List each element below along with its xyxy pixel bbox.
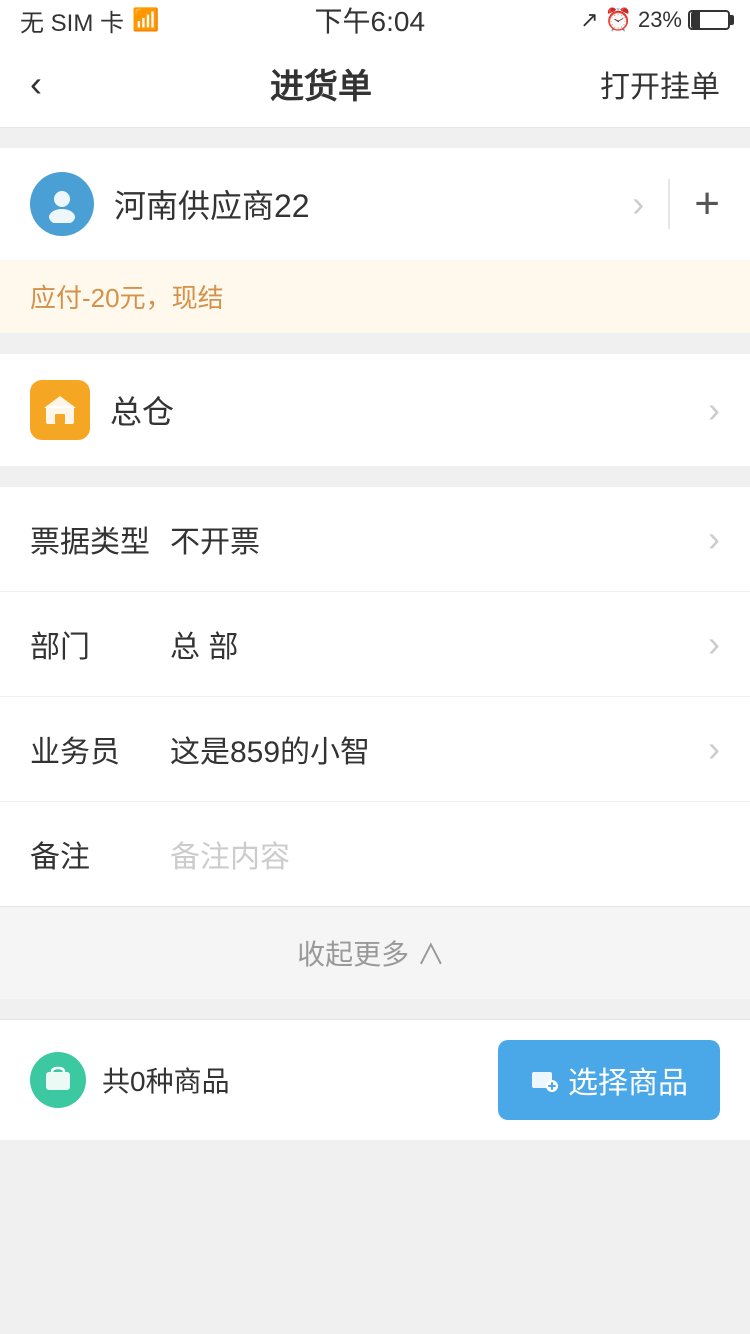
remarks-placeholder: 备注内容 <box>170 832 720 876</box>
warehouse-row[interactable]: 总仓 <box>0 353 750 466</box>
warehouse-icon <box>30 380 90 440</box>
section-divider-1 <box>0 128 750 148</box>
warehouse-name: 总仓 <box>110 387 708 433</box>
invoice-value: 不开票 <box>170 517 708 561</box>
select-btn-label: 选择商品 <box>568 1058 688 1102</box>
open-hang-button[interactable]: 打开挂单 <box>600 62 720 106</box>
avatar <box>30 172 94 236</box>
products-count-label: 共0种商品 <box>102 1060 230 1100</box>
supplier-section: 河南供应商22 + 应付-20元，现结 <box>0 148 750 333</box>
status-right: ↗ ⏰ 23% <box>580 7 730 33</box>
department-value: 总 部 <box>170 622 708 666</box>
invoice-row[interactable]: 票据类型 不开票 <box>0 486 750 591</box>
status-time: 下午6:04 <box>315 0 426 40</box>
back-button[interactable]: ‹ <box>30 63 42 105</box>
products-count-area: 共0种商品 <box>30 1052 230 1108</box>
section-divider-2 <box>0 333 750 353</box>
status-bar: 无 SIM 卡 📶 下午6:04 ↗ ⏰ 23% <box>0 0 750 40</box>
remarks-row[interactable]: 备注 备注内容 <box>0 801 750 906</box>
status-left: 无 SIM 卡 📶 <box>20 3 159 38</box>
page-title: 进货单 <box>270 59 372 108</box>
department-row[interactable]: 部门 总 部 <box>0 591 750 696</box>
section-divider-3 <box>0 466 750 486</box>
warehouse-chevron-icon <box>708 389 720 431</box>
salesperson-value: 这是859的小智 <box>170 727 708 771</box>
battery-icon <box>688 10 730 30</box>
supplier-chevron-icon <box>632 183 644 225</box>
warehouse-section: 总仓 <box>0 353 750 466</box>
remarks-label: 备注 <box>30 832 170 876</box>
notice-text: 应付-20元，现结 <box>30 283 224 313</box>
notice-bar: 应付-20元，现结 <box>0 260 750 333</box>
select-products-button[interactable]: 选择商品 <box>498 1040 720 1120</box>
salesperson-row[interactable]: 业务员 这是859的小智 <box>0 696 750 801</box>
invoice-chevron-icon <box>708 518 720 560</box>
supplier-name: 河南供应商22 <box>114 181 632 227</box>
department-chevron-icon <box>708 623 720 665</box>
bottom-bar: 共0种商品 选择商品 <box>0 1019 750 1140</box>
salesperson-label: 业务员 <box>30 727 170 771</box>
department-label: 部门 <box>30 622 170 666</box>
collapse-row[interactable]: 收起更多 ∧ <box>0 906 750 999</box>
supplier-row[interactable]: 河南供应商22 + <box>0 148 750 260</box>
battery-percent: 23% <box>638 7 682 33</box>
add-button[interactable]: + <box>694 182 720 226</box>
wifi-icon: 📶 <box>132 7 159 33</box>
invoice-label: 票据类型 <box>30 517 170 561</box>
collapse-label: 收起更多 ∧ <box>297 933 445 973</box>
salesperson-chevron-icon <box>708 728 720 770</box>
vertical-divider <box>668 179 670 229</box>
products-icon <box>30 1052 86 1108</box>
nav-bar: ‹ 进货单 打开挂单 <box>0 40 750 128</box>
alarm-icon: ⏰ <box>605 7 632 33</box>
carrier-label: 无 SIM 卡 <box>20 3 124 38</box>
location-icon: ↗ <box>580 7 598 33</box>
form-section: 票据类型 不开票 部门 总 部 业务员 这是859的小智 备注 备注内容 收起更… <box>0 486 750 999</box>
